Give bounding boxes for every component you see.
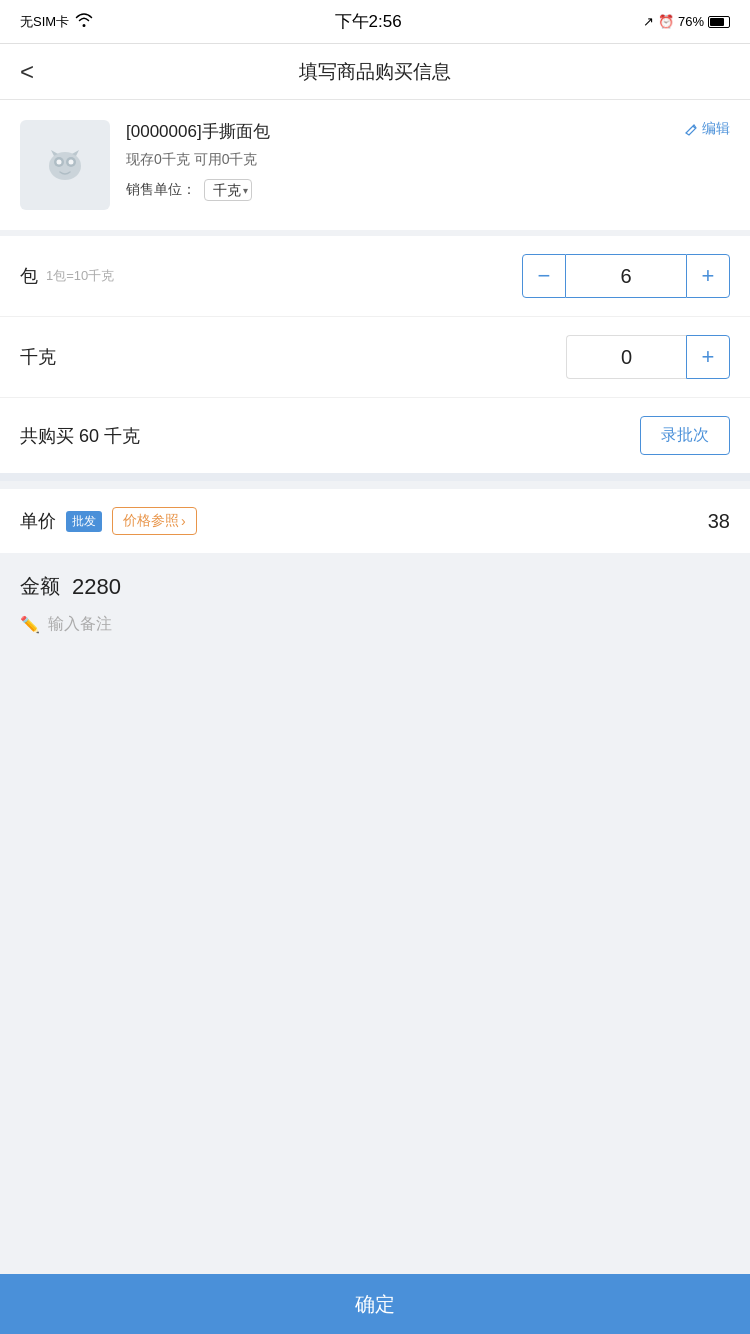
svg-point-0 <box>49 152 81 180</box>
kg-row: 千克 + <box>0 317 750 398</box>
unit-select[interactable]: 千克 包 <box>204 179 252 201</box>
bao-label: 包 <box>20 264 38 288</box>
kg-controls: + <box>566 335 730 379</box>
status-time: 下午2:56 <box>335 10 402 33</box>
amount-section: 金额 2280 ✏️ 输入备注 <box>0 553 750 645</box>
note-placeholder: 输入备注 <box>48 614 112 635</box>
bao-controls: − + <box>522 254 730 298</box>
note-row[interactable]: ✏️ 输入备注 <box>20 614 730 635</box>
amount-label: 金额 <box>20 573 60 600</box>
price-section: 单价 批发 价格参照 › 38 <box>0 489 750 553</box>
product-stock: 现存0千克 可用0千克 <box>126 151 730 169</box>
confirm-button[interactable]: 确定 <box>0 1274 750 1334</box>
pencil-icon: ✏️ <box>20 615 40 634</box>
form-section: 包 1包=10千克 − + 千克 + <box>0 236 750 398</box>
price-ref-label: 价格参照 <box>123 512 179 530</box>
back-button[interactable]: < <box>20 58 34 86</box>
total-label: 共购买 60 千克 <box>20 424 140 448</box>
battery-icon <box>708 16 730 28</box>
sale-unit-label: 销售单位： <box>126 181 196 199</box>
amount-row: 金额 2280 <box>20 573 730 600</box>
price-ref-arrow: › <box>181 513 186 529</box>
batch-tag: 批发 <box>66 511 102 532</box>
bao-minus-button[interactable]: − <box>522 254 566 298</box>
wifi-icon <box>75 13 93 30</box>
section-divider-1 <box>0 473 750 481</box>
status-right: ↗ ⏰ 76% <box>643 14 730 29</box>
product-info: [0000006]手撕面包 编辑 现存0千克 可用0千克 销售单位： 千克 包 <box>126 120 730 201</box>
edit-label: 编辑 <box>702 120 730 138</box>
edit-button[interactable]: 编辑 <box>685 120 730 138</box>
kg-quantity-input[interactable] <box>566 335 686 379</box>
product-unit-row: 销售单位： 千克 包 <box>126 179 730 201</box>
bao-hint: 1包=10千克 <box>46 267 522 285</box>
kg-label: 千克 <box>20 345 56 369</box>
carrier-label: 无SIM卡 <box>20 13 69 31</box>
svg-point-3 <box>57 160 62 165</box>
status-left: 无SIM卡 <box>20 13 93 31</box>
bao-row: 包 1包=10千克 − + <box>0 236 750 317</box>
status-bar: 无SIM卡 下午2:56 ↗ ⏰ 76% <box>0 0 750 44</box>
empty-space <box>0 645 750 945</box>
price-ref-button[interactable]: 价格参照 › <box>112 507 197 535</box>
page-title: 填写商品购买信息 <box>299 59 451 85</box>
amount-value: 2280 <box>72 574 121 600</box>
product-card: [0000006]手撕面包 编辑 现存0千克 可用0千克 销售单位： 千克 包 <box>0 100 750 236</box>
price-value: 38 <box>708 510 730 533</box>
price-left: 单价 批发 价格参照 › <box>20 507 197 535</box>
location-icon: ↗ <box>643 14 654 29</box>
total-row: 共购买 60 千克 录批次 <box>0 398 750 473</box>
alarm-icon: ⏰ <box>658 14 674 29</box>
svg-point-4 <box>69 160 74 165</box>
kg-plus-button[interactable]: + <box>686 335 730 379</box>
batch-button[interactable]: 录批次 <box>640 416 730 455</box>
unit-select-wrap[interactable]: 千克 包 <box>204 179 252 201</box>
bao-plus-button[interactable]: + <box>686 254 730 298</box>
bao-quantity-input[interactable] <box>566 254 686 298</box>
product-name: [0000006]手撕面包 <box>126 120 270 143</box>
price-label: 单价 <box>20 509 56 533</box>
product-thumbnail <box>20 120 110 210</box>
battery-percent: 76% <box>678 14 704 29</box>
nav-bar: < 填写商品购买信息 <box>0 44 750 100</box>
